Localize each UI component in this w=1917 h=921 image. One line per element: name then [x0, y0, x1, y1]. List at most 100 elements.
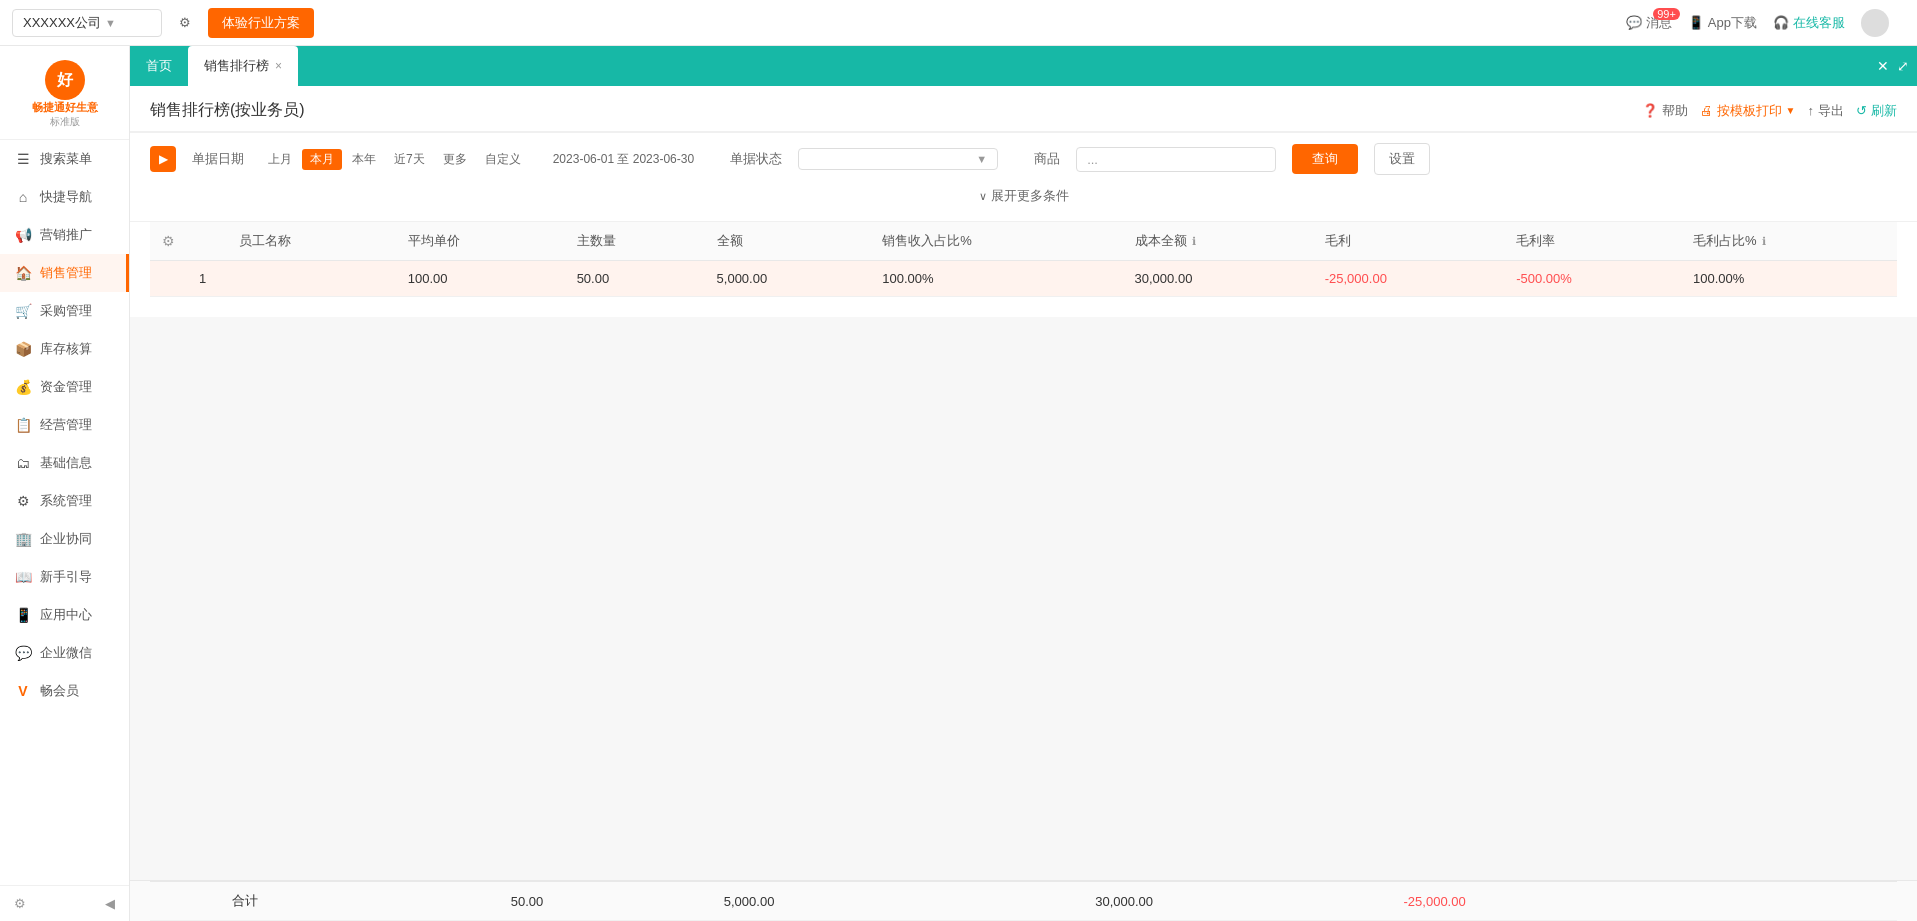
- tab-close-window-icon[interactable]: ✕: [1877, 58, 1889, 74]
- sidebar-item-member[interactable]: V 畅会员: [0, 672, 129, 710]
- table-header-row: ⚙ 员工名称 平均单价 主数量 全额 销售收入占比% 成本全额: [150, 222, 1897, 261]
- sidebar-item-wechat[interactable]: 💬 企业微信: [0, 634, 129, 672]
- help-icon: ❓: [1642, 103, 1658, 118]
- table-gear-icon[interactable]: ⚙: [162, 233, 175, 249]
- tab-home[interactable]: 首页: [130, 46, 188, 86]
- online-service-button[interactable]: 🎧 在线客服: [1773, 14, 1845, 32]
- inventory-icon: 📦: [14, 341, 32, 357]
- col-gross: 毛利: [1313, 222, 1504, 261]
- footer-gross-rate: [1716, 882, 1806, 921]
- settings-icon[interactable]: ⚙: [170, 8, 200, 38]
- goods-ellipsis: ...: [1087, 152, 1098, 167]
- footer-sales-pct: [993, 882, 1083, 921]
- sidebar-item-base[interactable]: 🗂 基础信息: [0, 444, 129, 482]
- template-print-label: 按模板打印: [1717, 102, 1782, 120]
- panel-actions: ❓ 帮助 🖨 按模板打印 ▼ ↑ 导出: [1642, 102, 1897, 120]
- col-name: 员工名称: [227, 222, 396, 261]
- cost-info-icon[interactable]: ℹ: [1192, 235, 1196, 247]
- date-tab-more[interactable]: 更多: [435, 149, 475, 170]
- collapse-icon[interactable]: ◀: [105, 896, 115, 911]
- table-settings-button[interactable]: 设置: [1374, 143, 1430, 175]
- col-settings: ⚙: [150, 222, 187, 261]
- refresh-icon: ↺: [1856, 103, 1867, 118]
- sidebar-item-wechat-label: 企业微信: [40, 644, 92, 662]
- tab-close-icon[interactable]: ×: [275, 59, 282, 73]
- guide-icon: 📖: [14, 569, 32, 585]
- sidebar-item-marketing[interactable]: 📢 营销推广: [0, 216, 129, 254]
- sidebar-item-marketing-label: 营销推广: [40, 226, 92, 244]
- message-button[interactable]: 💬 消息 99+: [1626, 14, 1672, 32]
- marketing-icon: 📢: [14, 227, 32, 243]
- main-area: 好 畅捷通好生意 标准版 ☰ 搜索菜单 ⌂ 快捷导航 📢 营销推广 🏠 销售管理: [0, 46, 1917, 921]
- date-tabs: 上月 本月 本年 近7天 更多 自定义: [260, 149, 529, 170]
- filter-bar: ▶ 单据日期 上月 本月 本年 近7天 更多 自定义 202: [130, 132, 1917, 221]
- date-tab-this-month[interactable]: 本月: [302, 149, 342, 170]
- footer-empty-settings: [150, 882, 180, 921]
- date-tab-last-month[interactable]: 上月: [260, 149, 300, 170]
- phone-icon: 📱: [1688, 15, 1704, 30]
- date-tab-7days[interactable]: 近7天: [386, 149, 433, 170]
- template-print-button[interactable]: 🖨 按模板打印 ▼: [1700, 102, 1796, 120]
- refresh-button[interactable]: ↺ 刷新: [1856, 102, 1897, 120]
- date-range: 2023-06-01 至 2023-06-30: [553, 151, 694, 168]
- sidebar-item-operation[interactable]: 📋 经营管理: [0, 406, 129, 444]
- date-tab-this-year[interactable]: 本年: [344, 149, 384, 170]
- row-name: [227, 261, 396, 297]
- help-button[interactable]: ❓ 帮助: [1642, 102, 1688, 120]
- footer-quantity: 50.00: [499, 882, 712, 921]
- sidebar-item-purchase[interactable]: 🛒 采购管理: [0, 292, 129, 330]
- sidebar-item-search[interactable]: ☰ 搜索菜单: [0, 140, 129, 178]
- sidebar-logo-sub: 标准版: [50, 115, 80, 129]
- tab-expand-icon[interactable]: ⤢: [1897, 58, 1909, 74]
- footer-table: 合计 50.00 5,000.00 30,000.00 -25,000.00: [150, 881, 1897, 921]
- sidebar-item-capital[interactable]: 💰 资金管理: [0, 368, 129, 406]
- row-cost: 30,000.00: [1123, 261, 1313, 297]
- expand-label: 展开更多条件: [991, 187, 1069, 205]
- export-icon: ↑: [1808, 103, 1815, 118]
- sidebar-item-system[interactable]: ⚙ 系统管理: [0, 482, 129, 520]
- col-rank: [187, 222, 227, 261]
- sidebar-logo-text: 畅捷通好生意: [32, 100, 98, 115]
- status-label: 单据状态: [730, 150, 782, 168]
- goods-input[interactable]: ...: [1076, 147, 1276, 172]
- home-icon: ⌂: [14, 189, 32, 205]
- trial-button[interactable]: 体验行业方案: [208, 8, 314, 38]
- message-icon: 💬: [1626, 15, 1642, 30]
- date-tab-custom[interactable]: 自定义: [477, 149, 529, 170]
- main-content: 销售排行榜(按业务员) ❓ 帮助 🖨 按模板打印 ▼: [130, 86, 1917, 921]
- sidebar-item-system-label: 系统管理: [40, 492, 92, 510]
- app-download-label: App下载: [1708, 14, 1757, 32]
- top-bar-right: 💬 消息 99+ 📱 App下载 🎧 在线客服: [1626, 9, 1905, 37]
- expand-filters-button[interactable]: ∨ 展开更多条件: [979, 181, 1069, 211]
- footer-cost: 30,000.00: [1083, 882, 1391, 921]
- sidebar-item-shortcut[interactable]: ⌂ 快捷导航: [0, 178, 129, 216]
- sidebar-item-guide[interactable]: 📖 新手引导: [0, 558, 129, 596]
- logo-icon: 好: [45, 60, 85, 100]
- query-button[interactable]: 查询: [1292, 144, 1358, 174]
- filter-toggle-icon[interactable]: ▶: [150, 146, 176, 172]
- app-download-button[interactable]: 📱 App下载: [1688, 14, 1757, 32]
- tab-sales-ranking[interactable]: 销售排行榜 ×: [188, 46, 298, 86]
- wechat-icon: 💬: [14, 645, 32, 661]
- sidebar-item-inventory[interactable]: 📦 库存核算: [0, 330, 129, 368]
- footer-amount: 5,000.00: [712, 882, 993, 921]
- sidebar-item-sales-label: 销售管理: [40, 264, 92, 282]
- sidebar-item-app[interactable]: 📱 应用中心: [0, 596, 129, 634]
- tab-bar: 首页 销售排行榜 × ✕ ⤢: [130, 46, 1917, 86]
- company-selector[interactable]: XXXXXX公司 ▼: [12, 9, 162, 37]
- gross-pct-info-icon[interactable]: ℹ: [1762, 235, 1766, 247]
- sidebar-item-enterprise[interactable]: 🏢 企业协同: [0, 520, 129, 558]
- goods-label: 商品: [1034, 150, 1060, 168]
- sidebar-bottom: ⚙ ◀: [0, 885, 129, 921]
- panel-header: 销售排行榜(按业务员) ❓ 帮助 🖨 按模板打印 ▼: [130, 86, 1917, 131]
- table-row: 1 100.00 50.00 5,000.00 100.00% 30,000.0…: [150, 261, 1897, 297]
- export-button[interactable]: ↑ 导出: [1808, 102, 1845, 120]
- sidebar-item-search-label: 搜索菜单: [40, 150, 92, 168]
- operation-icon: 📋: [14, 417, 32, 433]
- sidebar-item-sales[interactable]: 🏠 销售管理: [0, 254, 129, 292]
- status-select[interactable]: ▼: [798, 148, 998, 170]
- settings-bottom-icon[interactable]: ⚙: [14, 896, 26, 911]
- sidebar-item-guide-label: 新手引导: [40, 568, 92, 586]
- enterprise-icon: 🏢: [14, 531, 32, 547]
- headset-icon: 🎧: [1773, 15, 1789, 30]
